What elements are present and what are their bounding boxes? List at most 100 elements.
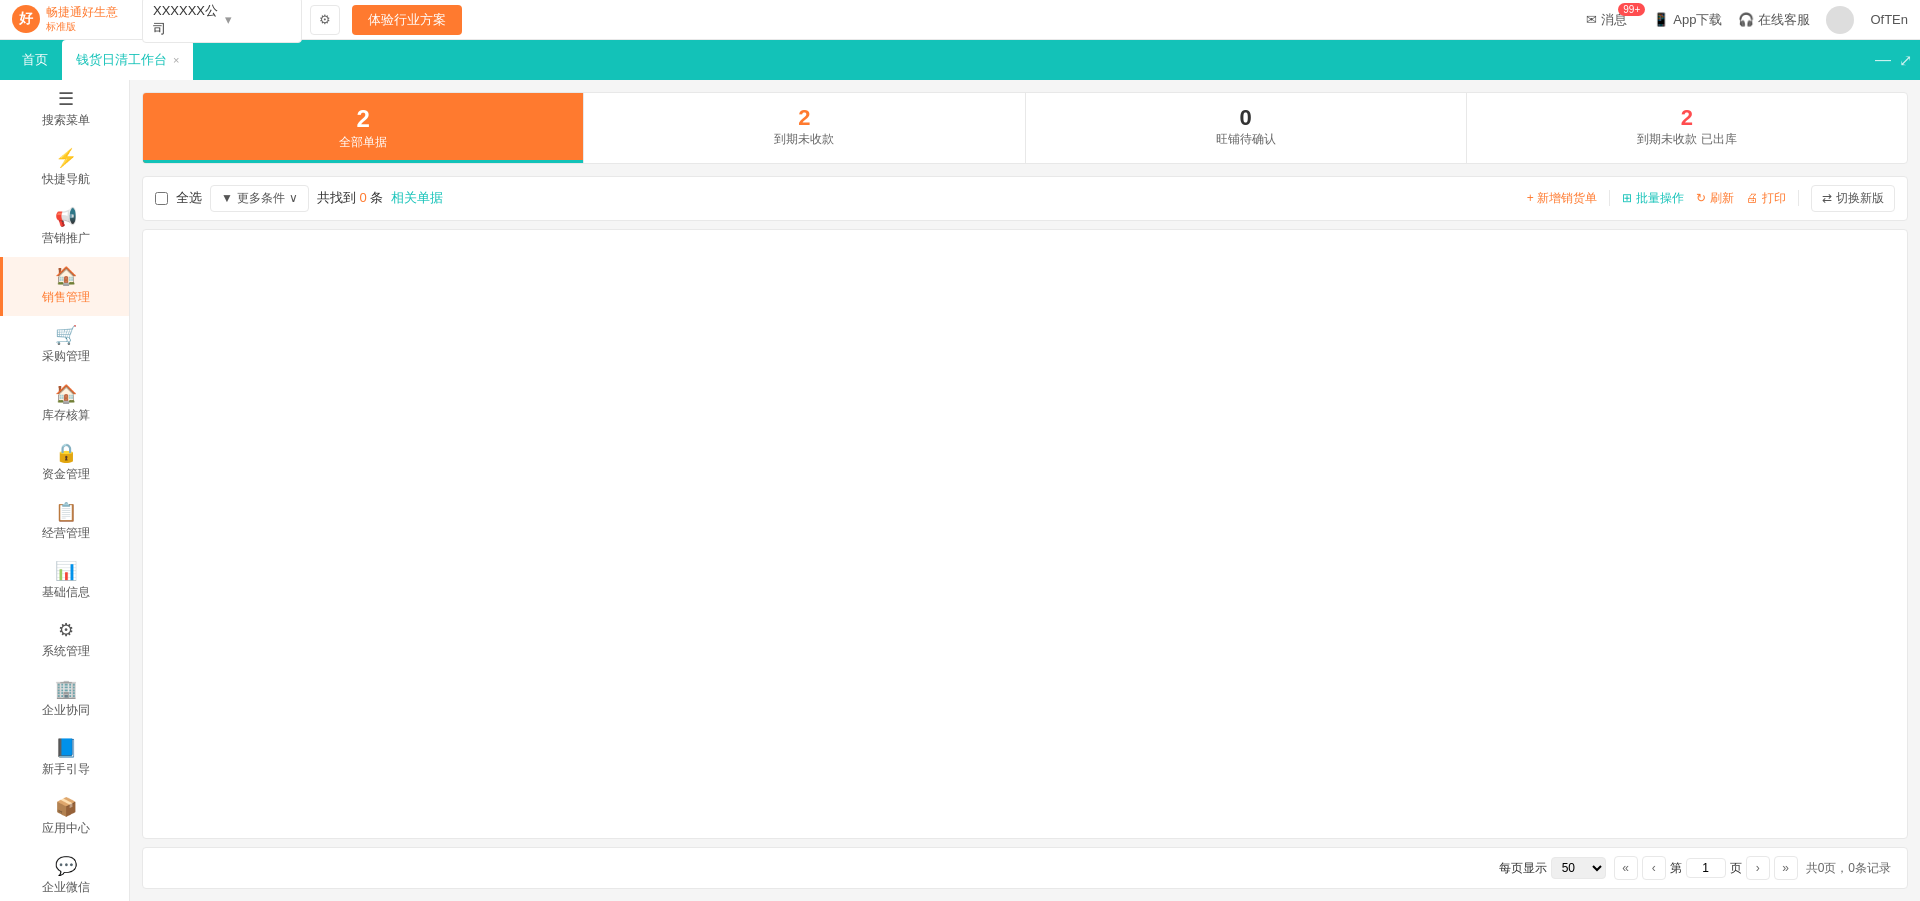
message-icon: ✉: [1586, 12, 1597, 27]
sidebar-item-wechat[interactable]: 💬 企业微信: [0, 847, 129, 901]
sidebar-item-app-center[interactable]: 📦 应用中心: [0, 788, 129, 847]
tab-active-label: 钱货日清工作台: [76, 51, 167, 69]
basic-info-icon: 📊: [55, 562, 77, 580]
wechat-icon: 💬: [55, 857, 77, 875]
summary-tab-all[interactable]: 2 全部单据: [143, 93, 584, 163]
related-label: 相关单据: [391, 189, 443, 207]
page-last-button[interactable]: »: [1774, 856, 1798, 880]
tab-home[interactable]: 首页: [8, 40, 62, 80]
sidebar-item-label: 基础信息: [42, 584, 90, 601]
print-button[interactable]: 🖨 打印: [1746, 190, 1786, 207]
logo-icon: 好: [12, 5, 40, 33]
found-text: 共找到 0 条: [317, 189, 383, 207]
tab-maximize-btn[interactable]: ⤢: [1899, 51, 1912, 70]
sidebar-item-label: 采购管理: [42, 348, 90, 365]
sidebar-item-marketing[interactable]: 📢 营销推广: [0, 198, 129, 257]
summary-tab-overdue-label: 到期未收款: [774, 131, 834, 148]
sidebar-item-label: 应用中心: [42, 820, 90, 837]
print-label: 打印: [1762, 190, 1786, 207]
try-industry-button[interactable]: 体验行业方案: [352, 5, 462, 35]
company-selector[interactable]: XXXXXX公司 ▾: [142, 0, 302, 43]
sidebar-item-enterprise[interactable]: 🏢 企业协同: [0, 670, 129, 729]
sidebar-item-newbie[interactable]: 📘 新手引导: [0, 729, 129, 788]
app-download-button[interactable]: 📱 App下载: [1653, 11, 1722, 29]
filter-dropdown-icon: ∨: [289, 191, 298, 205]
avatar[interactable]: [1826, 6, 1854, 34]
toolbar-divider-1: [1609, 190, 1610, 206]
print-icon: 🖨: [1746, 191, 1758, 205]
toolbar-left: 全选 ▼ 更多条件 ∨ 共找到 0 条 相关单据: [155, 185, 443, 212]
logo-area: 好 畅捷通好生意 标准版: [12, 5, 142, 34]
user-name: OfTEn: [1870, 12, 1908, 27]
main-layout: ☰ 搜索菜单 ⚡ 快捷导航 📢 营销推广 🏠 销售管理 🛒 采购管理 🏠 库存核…: [0, 80, 1920, 901]
tab-close-icon[interactable]: ×: [173, 54, 179, 66]
sidebar-item-finance[interactable]: 🔒 资金管理: [0, 434, 129, 493]
messages-button[interactable]: ✉ 消息 99+: [1576, 11, 1637, 29]
found-prefix: 共找到: [317, 190, 356, 205]
page-first-button[interactable]: «: [1614, 856, 1638, 880]
enterprise-icon: 🏢: [55, 680, 77, 698]
page-label: 第: [1670, 860, 1682, 877]
batch-icon: ⊞: [1622, 191, 1632, 205]
sidebar-item-label: 资金管理: [42, 466, 90, 483]
select-all-label: 全选: [176, 189, 202, 207]
purchase-icon: 🛒: [55, 326, 77, 344]
sidebar-item-label: 企业协同: [42, 702, 90, 719]
switch-label: 切换新版: [1836, 190, 1884, 207]
sidebar-item-quick-nav[interactable]: ⚡ 快捷导航: [0, 139, 129, 198]
sidebar-item-sales[interactable]: 🏠 销售管理: [0, 257, 129, 316]
sidebar-item-inventory[interactable]: 🏠 库存核算: [0, 375, 129, 434]
page-number-input[interactable]: [1686, 858, 1726, 878]
inventory-icon: 🏠: [55, 385, 77, 403]
tab-bar-actions: — ⤢: [1875, 51, 1912, 70]
refresh-button[interactable]: ↻ 刷新: [1696, 190, 1734, 207]
total-info: 共0页，0条记录: [1806, 860, 1891, 877]
per-page-label: 每页显示: [1499, 860, 1547, 877]
tab-active[interactable]: 钱货日清工作台 ×: [62, 40, 193, 80]
sidebar-item-system[interactable]: ⚙ 系统管理: [0, 611, 129, 670]
sidebar-item-search-menu[interactable]: ☰ 搜索菜单: [0, 80, 129, 139]
sidebar-item-basic-info[interactable]: 📊 基础信息: [0, 552, 129, 611]
summary-tab-all-label: 全部单据: [339, 134, 387, 151]
new-sales-order-button[interactable]: + 新增销货单: [1527, 190, 1597, 207]
more-filter-label: 更多条件: [237, 190, 285, 207]
sidebar-item-operations[interactable]: 📋 经营管理: [0, 493, 129, 552]
page-nav: « ‹ 第 页 › »: [1614, 856, 1798, 880]
newbie-icon: 📘: [55, 739, 77, 757]
sidebar-item-purchase[interactable]: 🛒 采购管理: [0, 316, 129, 375]
sidebar-item-label: 企业微信: [42, 879, 90, 896]
more-filter-button[interactable]: ▼ 更多条件 ∨: [210, 185, 309, 212]
online-service-label: 在线客服: [1758, 11, 1810, 29]
summary-tabs: 2 全部单据 2 到期未收款 0 旺铺待确认 2 到期未收款 已出库: [142, 92, 1908, 164]
online-service-button[interactable]: 🎧 在线客服: [1738, 11, 1810, 29]
app-center-icon: 📦: [55, 798, 77, 816]
summary-tab-overdue[interactable]: 2 到期未收款: [584, 93, 1025, 163]
tab-active-indicator: [143, 160, 583, 163]
gear-icon: ⚙: [319, 12, 331, 27]
headset-icon: 🎧: [1738, 12, 1754, 27]
summary-tab-pending[interactable]: 0 旺铺待确认: [1026, 93, 1467, 163]
tab-minimize-btn[interactable]: —: [1875, 51, 1891, 70]
select-all-checkbox[interactable]: [155, 192, 168, 205]
tab-home-label: 首页: [22, 51, 48, 69]
logo-text: 畅捷通好生意: [46, 5, 118, 19]
page-prev-button[interactable]: ‹: [1642, 856, 1666, 880]
toolbar: 全选 ▼ 更多条件 ∨ 共找到 0 条 相关单据 + 新增销货单: [142, 176, 1908, 221]
refresh-label: 刷新: [1710, 190, 1734, 207]
summary-tab-overdue-shipped[interactable]: 2 到期未收款 已出库: [1467, 93, 1907, 163]
summary-tab-overdue-shipped-label: 到期未收款 已出库: [1637, 131, 1736, 148]
finance-icon: 🔒: [55, 444, 77, 462]
switch-new-version-button[interactable]: ⇄ 切换新版: [1811, 185, 1895, 212]
operations-icon: 📋: [55, 503, 77, 521]
system-icon: ⚙: [58, 621, 74, 639]
sidebar: ☰ 搜索菜单 ⚡ 快捷导航 📢 营销推广 🏠 销售管理 🛒 采购管理 🏠 库存核…: [0, 80, 130, 901]
quick-nav-icon: ⚡: [55, 149, 77, 167]
per-page-select[interactable]: 50 100 200: [1551, 857, 1606, 879]
company-name: XXXXXX公司: [153, 2, 219, 38]
settings-button[interactable]: ⚙: [310, 5, 340, 35]
batch-operation-button[interactable]: ⊞ 批量操作: [1622, 190, 1684, 207]
filter-icon: ▼: [221, 191, 233, 205]
page-suffix: 页: [1730, 860, 1742, 877]
page-next-button[interactable]: ›: [1746, 856, 1770, 880]
summary-tab-overdue-shipped-count: 2: [1681, 105, 1693, 131]
